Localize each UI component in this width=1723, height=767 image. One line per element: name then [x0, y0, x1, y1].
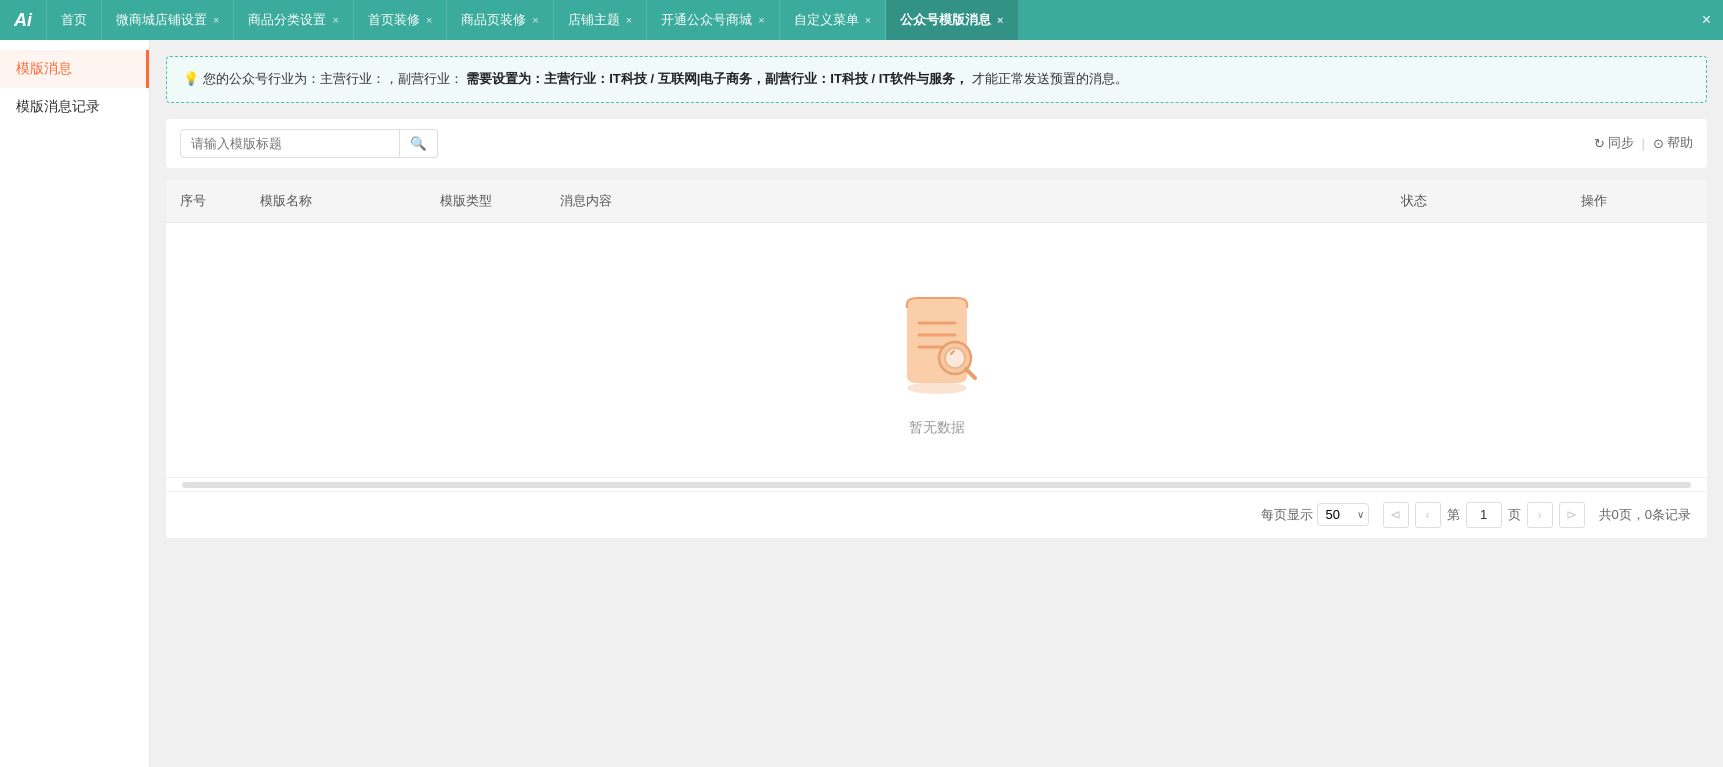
- empty-state: 暂无数据: [166, 223, 1707, 477]
- nav-tab-category-settings[interactable]: 商品分类设置 ×: [234, 0, 353, 40]
- notice-suffix: 才能正常发送预置的消息。: [972, 71, 1128, 86]
- notice-highlight: 需要设置为：主营行业：IT科技 / 互联网|电子商务，副营行业：IT科技 / I…: [466, 71, 968, 86]
- help-button[interactable]: ⊙ 帮助: [1653, 134, 1693, 152]
- th-type: 模版类型: [426, 180, 546, 222]
- search-input[interactable]: [180, 129, 400, 158]
- nav-tab-store-settings[interactable]: 微商城店铺设置 ×: [102, 0, 234, 40]
- page-label-before: 第: [1447, 506, 1460, 524]
- nav-tab-home[interactable]: 首页: [47, 0, 102, 40]
- nav-tab-template-msg[interactable]: 公众号模版消息 ×: [886, 0, 1018, 40]
- next-page-button[interactable]: ›: [1527, 502, 1553, 528]
- search-icon: 🔍: [410, 136, 427, 151]
- search-button[interactable]: 🔍: [400, 129, 438, 158]
- notice-prefix: 您的公众号行业为：主营行业：，副营行业：: [203, 71, 463, 86]
- scroll-track[interactable]: [182, 482, 1691, 488]
- page-size-wrapper: 50 10 20 100: [1317, 503, 1369, 526]
- sidebar-item-template-msg-record[interactable]: 模版消息记录: [0, 88, 149, 126]
- table-header: 序号模版名称模版类型消息内容状态操作: [166, 180, 1707, 223]
- sidebar: 模版消息模版消息记录: [0, 40, 150, 767]
- pagination: 每页显示 50 10 20 100 ⊲ ‹ 第 页 › ⊳: [166, 491, 1707, 538]
- bulb-icon: 💡: [183, 71, 203, 86]
- divider: |: [1642, 136, 1645, 151]
- current-page-input[interactable]: [1466, 502, 1502, 528]
- nav-tab-label: 公众号模版消息: [900, 11, 991, 29]
- nav-tab-label: 自定义菜单: [794, 11, 859, 29]
- table-wrapper: 序号模版名称模版类型消息内容状态操作: [166, 180, 1707, 538]
- nav-tab-custom-menu[interactable]: 自定义菜单 ×: [780, 0, 886, 40]
- th-name: 模版名称: [246, 180, 426, 222]
- sync-icon: ↻: [1594, 136, 1605, 151]
- search-right: ↻ 同步 | ⊙ 帮助: [1594, 134, 1693, 152]
- nav-tab-label: 店铺主题: [568, 11, 620, 29]
- search-left: 🔍: [180, 129, 438, 158]
- nav-tab-store-theme[interactable]: 店铺主题 ×: [554, 0, 647, 40]
- empty-illustration: [877, 283, 997, 403]
- sync-button[interactable]: ↻ 同步: [1594, 134, 1634, 152]
- nav-tab-label: 商品页装修: [461, 11, 526, 29]
- page-label-after: 页: [1508, 506, 1521, 524]
- close-tab-product-decoration[interactable]: ×: [532, 14, 538, 26]
- close-all-button[interactable]: ×: [1690, 11, 1723, 29]
- scroll-area[interactable]: [166, 477, 1707, 491]
- nav-tab-label: 首页装修: [368, 11, 420, 29]
- nav-tab-home-decoration[interactable]: 首页装修 ×: [354, 0, 447, 40]
- prev-page-button[interactable]: ‹: [1415, 502, 1441, 528]
- nav-tab-product-decoration[interactable]: 商品页装修 ×: [447, 0, 553, 40]
- top-nav: Ai 首页微商城店铺设置×商品分类设置×首页装修×商品页装修×店铺主题×开通公众…: [0, 0, 1723, 40]
- close-tab-template-msg[interactable]: ×: [997, 14, 1003, 26]
- th-status: 状态: [1387, 180, 1567, 222]
- first-page-button[interactable]: ⊲: [1383, 502, 1409, 528]
- main-layout: 模版消息模版消息记录 💡 您的公众号行业为：主营行业：，副营行业： 需要设置为：…: [0, 40, 1723, 767]
- svg-line-6: [966, 369, 975, 378]
- close-tab-open-mall[interactable]: ×: [758, 14, 764, 26]
- notice-box: 💡 您的公众号行业为：主营行业：，副营行业： 需要设置为：主营行业：IT科技 /…: [166, 56, 1707, 103]
- nav-tab-label: 微商城店铺设置: [116, 11, 207, 29]
- close-tab-custom-menu[interactable]: ×: [865, 14, 871, 26]
- nav-tab-label: 首页: [61, 11, 87, 29]
- nav-tab-label: 商品分类设置: [248, 11, 326, 29]
- total-info: 共0页，0条记录: [1599, 506, 1691, 524]
- last-page-button[interactable]: ⊳: [1559, 502, 1585, 528]
- page-size-select: 每页显示 50 10 20 100: [1261, 503, 1369, 526]
- search-bar: 🔍 ↻ 同步 | ⊙ 帮助: [166, 119, 1707, 168]
- page-size-label: 每页显示: [1261, 506, 1313, 524]
- close-tab-store-theme[interactable]: ×: [626, 14, 632, 26]
- th-content: 消息内容: [546, 180, 1387, 222]
- th-seq: 序号: [166, 180, 246, 222]
- main-content: 💡 您的公众号行业为：主营行业：，副营行业： 需要设置为：主营行业：IT科技 /…: [150, 40, 1723, 767]
- nav-tab-label: 开通公众号商城: [661, 11, 752, 29]
- close-tab-home-decoration[interactable]: ×: [426, 14, 432, 26]
- sidebar-item-template-msg[interactable]: 模版消息: [0, 50, 149, 88]
- nav-tab-open-mall[interactable]: 开通公众号商城 ×: [647, 0, 779, 40]
- empty-text: 暂无数据: [909, 419, 965, 437]
- page-size-dropdown[interactable]: 50 10 20 100: [1317, 503, 1369, 526]
- help-icon: ⊙: [1653, 136, 1664, 151]
- th-action: 操作: [1567, 180, 1707, 222]
- close-tab-category-settings[interactable]: ×: [332, 14, 338, 26]
- app-logo: Ai: [0, 0, 47, 40]
- close-tab-store-settings[interactable]: ×: [213, 14, 219, 26]
- svg-point-0: [907, 382, 967, 394]
